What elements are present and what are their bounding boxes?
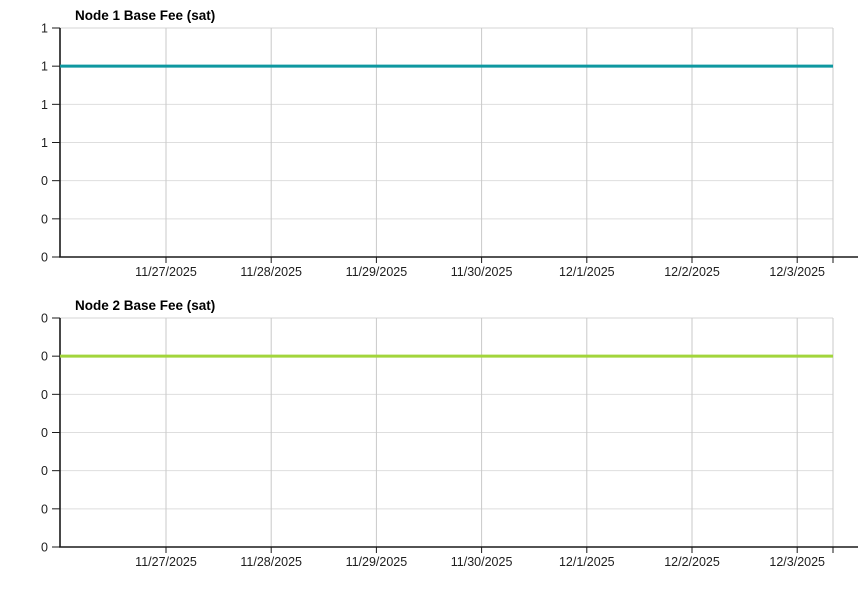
node2-chart-canvas: Node 2 Base Fee (sat) 0 0 0 0 0 0 0 11/27/2025 1… — [0, 290, 860, 600]
x-tick-label: 11/29/2025 — [346, 555, 408, 569]
y-tick-label: 0 — [41, 312, 48, 326]
x-tick-label: 11/29/2025 — [346, 265, 408, 279]
y-tick-label: 0 — [41, 541, 48, 555]
x-tick-label: 11/28/2025 — [240, 265, 302, 279]
y-tick-label: 0 — [41, 464, 48, 478]
x-tick-label: 11/27/2025 — [135, 555, 197, 569]
y-tick-label: 0 — [41, 350, 48, 364]
x-tick-label: 12/3/2025 — [769, 265, 825, 279]
x-tick-label: 12/2/2025 — [664, 265, 720, 279]
x-tick-label: 12/1/2025 — [559, 265, 615, 279]
x-tick-label: 12/1/2025 — [559, 555, 615, 569]
chart-title: Node 2 Base Fee (sat) — [75, 298, 215, 313]
y-tick-label: 1 — [41, 60, 48, 74]
y-tick-label: 1 — [41, 136, 48, 150]
node2-base-fee-chart: Node 2 Base Fee (sat) 0 0 0 0 0 0 0 11/27/2025 1… — [0, 290, 860, 600]
node1-base-fee-chart: Node 1 Base Fee (sat) 1 1 1 1 0 0 0 11/27/2025 1… — [0, 0, 860, 290]
y-tick-label: 0 — [41, 251, 48, 265]
y-tick-label: 0 — [41, 502, 48, 516]
chart-title: Node 1 Base Fee (sat) — [75, 8, 215, 23]
x-tick-label: 11/30/2025 — [451, 555, 513, 569]
x-tick-label: 11/27/2025 — [135, 265, 197, 279]
charts-page: Node 1 Base Fee (sat) 1 1 1 1 0 0 0 11/27/2025 1… — [0, 0, 860, 600]
x-tick-label: 12/3/2025 — [769, 555, 825, 569]
y-tick-label: 0 — [41, 174, 48, 188]
y-tick-label: 1 — [41, 22, 48, 36]
x-tick-label: 11/30/2025 — [451, 265, 513, 279]
node1-chart-canvas: Node 1 Base Fee (sat) 1 1 1 1 0 0 0 11/27/2025 1… — [0, 0, 860, 290]
y-tick-label: 0 — [41, 388, 48, 402]
y-tick-label: 0 — [41, 212, 48, 226]
y-tick-label: 1 — [41, 98, 48, 112]
y-tick-label: 0 — [41, 426, 48, 440]
x-tick-label: 11/28/2025 — [240, 555, 302, 569]
x-tick-label: 12/2/2025 — [664, 555, 720, 569]
